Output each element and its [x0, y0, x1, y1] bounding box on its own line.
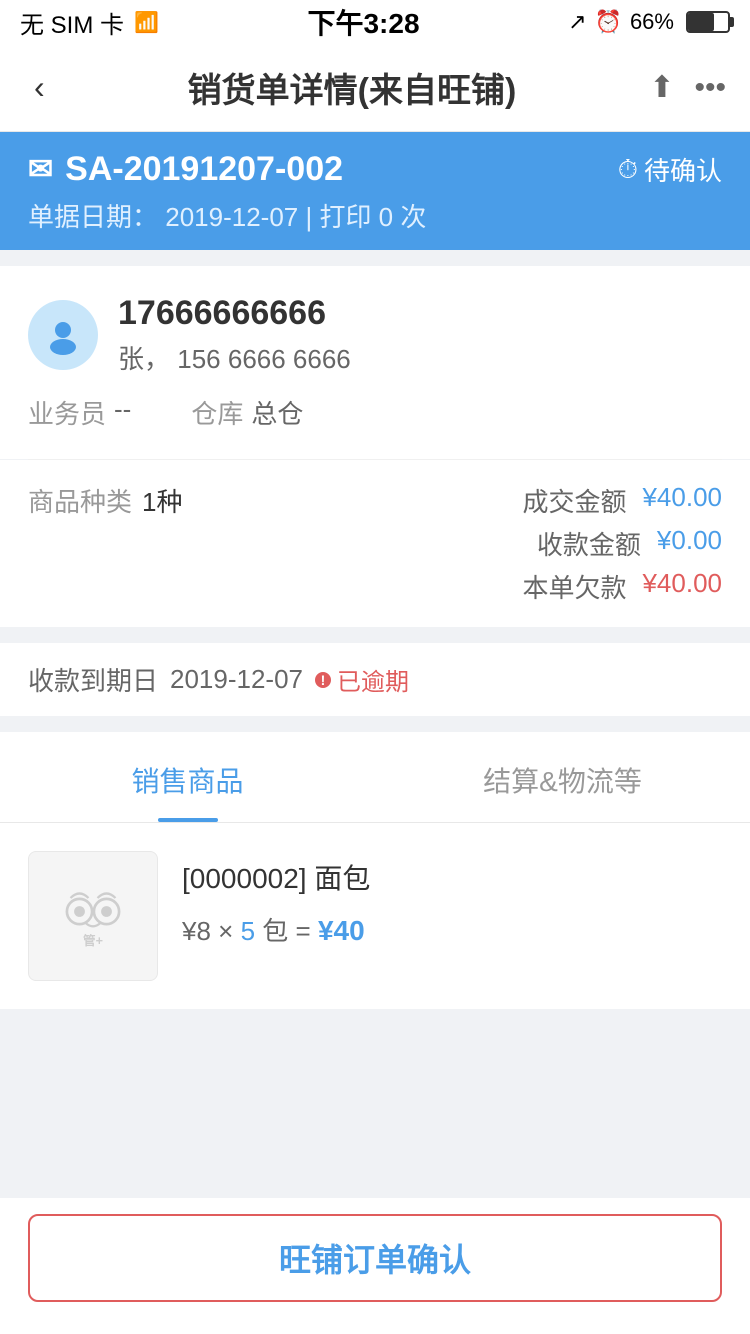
- balance-amount: ¥40.00: [642, 568, 722, 605]
- transaction-amount: ¥40.00: [642, 482, 722, 519]
- product-item: 管+ [0000002] 面包 ¥8 × 5 包 = ¥40: [28, 851, 722, 981]
- order-status: ⏱ 待确认: [618, 151, 722, 188]
- overdue-icon: !: [315, 672, 331, 688]
- avatar: [28, 300, 98, 370]
- customer-section: 17666666666 张， 156 6666 6666 业务员 -- 仓库 总…: [0, 266, 750, 459]
- wifi-icon: 📶: [134, 10, 159, 35]
- salesperson-value: --: [114, 394, 131, 431]
- product-type: 商品种类 1种: [28, 482, 182, 519]
- warehouse-value: 总仓: [251, 394, 303, 431]
- more-icon[interactable]: •••: [694, 71, 726, 105]
- empty-area: [0, 1009, 750, 1189]
- confirm-button[interactable]: 旺铺订单确认: [28, 1214, 722, 1302]
- order-icon: ✉: [28, 152, 53, 187]
- customer-name: 张， 156 6666 6666: [118, 339, 351, 376]
- payment-amount: ¥0.00: [657, 525, 722, 562]
- due-section: 收款到期日 2019-12-07 ! 已逾期: [0, 643, 750, 716]
- svg-text:管+: 管+: [83, 933, 103, 948]
- salesperson-label: 业务员: [28, 394, 106, 431]
- customer-phone: 17666666666: [118, 294, 351, 333]
- amounts: 成交金额 ¥40.00 收款金额 ¥0.00 本单欠款 ¥40.00: [522, 482, 722, 605]
- tab-sales[interactable]: 销售商品: [0, 732, 375, 822]
- battery-icon: [686, 11, 730, 33]
- carrier-label: 无 SIM 卡: [20, 5, 124, 40]
- order-id: ✉ SA-20191207-002: [28, 150, 343, 189]
- customer-meta: 业务员 -- 仓库 总仓: [28, 394, 722, 431]
- customer-row: 17666666666 张， 156 6666 6666: [28, 294, 722, 376]
- alarm-icon: ⏰: [595, 9, 622, 35]
- location-icon: ↗: [568, 9, 586, 35]
- nav-actions: ⬆ •••: [649, 70, 726, 105]
- status-right: ↗ ⏰ 66%: [568, 9, 730, 35]
- summary-section: 商品种类 1种 成交金额 ¥40.00 收款金额 ¥0.00 本单欠款 ¥40.…: [0, 460, 750, 627]
- warehouse-label: 仓库: [191, 394, 243, 431]
- share-icon[interactable]: ⬆: [649, 70, 674, 105]
- product-name: [0000002] 面包: [182, 857, 722, 897]
- overdue-text: 已逾期: [337, 662, 409, 697]
- product-thumbnail: 管+: [28, 851, 158, 981]
- page-title: 销货单详情(来自旺铺): [188, 63, 517, 112]
- product-info: [0000002] 面包 ¥8 × 5 包 = ¥40: [182, 851, 722, 948]
- status-bar: 无 SIM 卡 📶 下午3:28 ↗ ⏰ 66%: [0, 0, 750, 44]
- due-label: 收款到期日: [28, 661, 158, 698]
- product-price: ¥8 × 5 包 = ¥40: [182, 911, 722, 948]
- time-label: 下午3:28: [307, 2, 419, 42]
- back-button[interactable]: ‹: [24, 59, 55, 116]
- status-text: 待确认: [644, 151, 722, 188]
- order-date: 单据日期： 2019-12-07 | 打印 0 次: [28, 197, 722, 234]
- status-left: 无 SIM 卡 📶: [20, 5, 159, 40]
- product-list: 管+ [0000002] 面包 ¥8 × 5 包 = ¥40: [0, 823, 750, 1009]
- order-banner: ✉ SA-20191207-002 ⏱ 待确认 单据日期： 2019-12-07…: [0, 132, 750, 250]
- tabs-header: 销售商品 结算&物流等: [0, 732, 750, 823]
- status-clock-icon: ⏱: [618, 154, 638, 186]
- back-icon: ‹: [34, 69, 45, 105]
- due-date: 2019-12-07: [170, 664, 303, 695]
- tab-settlement[interactable]: 结算&物流等: [375, 732, 750, 822]
- overdue-badge: ! 已逾期: [315, 662, 409, 697]
- bottom-bar: 旺铺订单确认: [0, 1198, 750, 1334]
- tabs-section: 销售商品 结算&物流等 管+: [0, 732, 750, 1009]
- battery-percent: 66%: [630, 9, 674, 35]
- nav-bar: ‹ 销货单详情(来自旺铺) ⬆ •••: [0, 44, 750, 132]
